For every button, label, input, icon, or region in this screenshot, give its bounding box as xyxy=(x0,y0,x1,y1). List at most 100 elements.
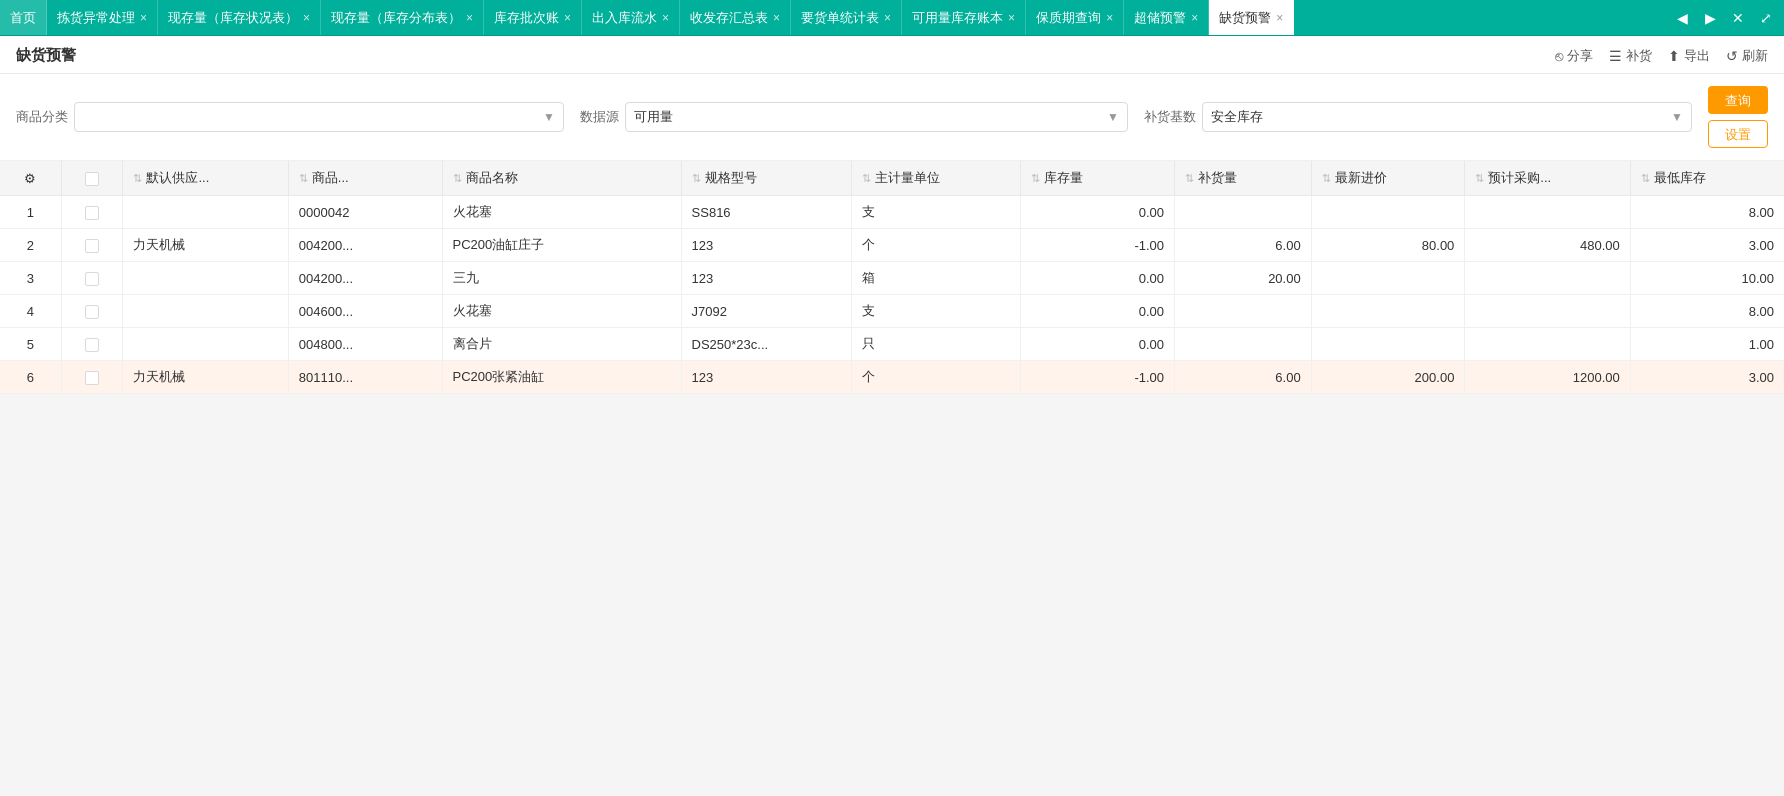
nav-tab-close[interactable]: × xyxy=(140,11,147,25)
th-unit[interactable]: ⇅ 主计量单位 xyxy=(852,161,1021,196)
nav-tab-close[interactable]: × xyxy=(1106,11,1113,25)
nav-tab-close[interactable]: × xyxy=(773,11,780,25)
nav-prev-btn[interactable]: ◀ xyxy=(1668,4,1696,32)
row-checkbox[interactable] xyxy=(85,305,99,319)
nav-tab-close[interactable]: × xyxy=(662,11,669,25)
cell-seq: 2 xyxy=(0,229,61,262)
gear-icon: ⚙ xyxy=(24,171,36,186)
table-row: 4 004600... 火花塞 J7092 支 0.00 8.00 xyxy=(0,295,1784,328)
category-label: 商品分类 xyxy=(16,108,68,126)
cell-est-purchase xyxy=(1465,295,1630,328)
cell-min-stock: 3.00 xyxy=(1630,229,1784,262)
th-est-purchase[interactable]: ⇅ 预计采购... xyxy=(1465,161,1630,196)
cell-name: PC200油缸庄子 xyxy=(442,229,681,262)
nav-tab-exception[interactable]: 拣货异常处理 × xyxy=(47,0,158,36)
replenish-base-select[interactable]: 安全库存 ▼ xyxy=(1202,102,1692,132)
sort-icon: ⇅ xyxy=(1031,172,1040,185)
refresh-button[interactable]: ↺ 刷新 xyxy=(1726,47,1768,65)
nav-tab-close[interactable]: × xyxy=(1276,11,1283,25)
th-supplier[interactable]: ⇅ 默认供应... xyxy=(123,161,288,196)
nav-tab-stock-status[interactable]: 现存量（库存状况表） × xyxy=(158,0,321,36)
cell-checkbox[interactable] xyxy=(61,196,122,229)
data-table: ⚙ ⇅ 默认供应... ⇅ 商品... xyxy=(0,161,1784,394)
sort-icon: ⇅ xyxy=(453,172,462,185)
export-icon: ⬆ xyxy=(1668,48,1680,64)
th-name[interactable]: ⇅ 商品名称 xyxy=(442,161,681,196)
cell-checkbox[interactable] xyxy=(61,295,122,328)
th-min-stock[interactable]: ⇅ 最低库存 xyxy=(1630,161,1784,196)
share-button[interactable]: ⎋ 分享 xyxy=(1555,47,1593,65)
row-checkbox[interactable] xyxy=(85,272,99,286)
cell-unit: 只 xyxy=(852,328,1021,361)
cell-stock: 0.00 xyxy=(1021,196,1175,229)
datasource-value: 可用量 xyxy=(634,108,673,126)
nav-tab-close[interactable]: × xyxy=(1008,11,1015,25)
cell-checkbox[interactable] xyxy=(61,229,122,262)
nav-expand-btn[interactable]: ⤢ xyxy=(1752,4,1780,32)
table-checkbox-col[interactable] xyxy=(61,161,122,196)
nav-tab-overstock[interactable]: 超储预警 × xyxy=(1124,0,1209,36)
cell-sku: 004800... xyxy=(288,328,442,361)
nav-tab-inout[interactable]: 出入库流水 × xyxy=(582,0,680,36)
cell-unit: 个 xyxy=(852,361,1021,394)
datasource-select[interactable]: 可用量 ▼ xyxy=(625,102,1128,132)
cell-stock: 0.00 xyxy=(1021,328,1175,361)
nav-tab-close[interactable]: × xyxy=(884,11,891,25)
nav-tab-shortage[interactable]: 缺货预警 × xyxy=(1209,0,1294,36)
nav-tab-close[interactable]: × xyxy=(303,11,310,25)
row-checkbox[interactable] xyxy=(85,206,99,220)
cell-min-stock: 8.00 xyxy=(1630,196,1784,229)
category-select[interactable]: ▼ xyxy=(74,102,564,132)
cell-sku: 801110... xyxy=(288,361,442,394)
nav-tab-close[interactable]: × xyxy=(564,11,571,25)
header-actions: ⎋ 分享 ☰ 补货 ⬆ 导出 ↺ 刷新 xyxy=(1555,47,1768,65)
cell-unit: 箱 xyxy=(852,262,1021,295)
row-checkbox[interactable] xyxy=(85,371,99,385)
top-nav: 首页 拣货异常处理 × 现存量（库存状况表） × 现存量（库存分布表） × 库存… xyxy=(0,0,1784,36)
sort-icon: ⇅ xyxy=(1641,172,1650,185)
th-replenish[interactable]: ⇅ 补货量 xyxy=(1175,161,1312,196)
replenish-button[interactable]: ☰ 补货 xyxy=(1609,47,1652,65)
cell-spec: SS816 xyxy=(681,196,852,229)
nav-tab-available-ledger[interactable]: 可用量库存账本 × xyxy=(902,0,1026,36)
th-spec[interactable]: ⇅ 规格型号 xyxy=(681,161,852,196)
nav-tab-stock-dist[interactable]: 现存量（库存分布表） × xyxy=(321,0,484,36)
table-row: 6 力天机械 801110... PC200张紧油缸 123 个 -1.00 6… xyxy=(0,361,1784,394)
cell-latest-price: 80.00 xyxy=(1311,229,1465,262)
nav-next-btn[interactable]: ▶ xyxy=(1696,4,1724,32)
chevron-down-icon: ▼ xyxy=(543,110,555,124)
cell-replenish: 6.00 xyxy=(1175,361,1312,394)
cell-checkbox[interactable] xyxy=(61,328,122,361)
cell-checkbox[interactable] xyxy=(61,262,122,295)
cell-checkbox[interactable] xyxy=(61,361,122,394)
filter-bar: 商品分类 ▼ 数据源 可用量 ▼ 补货基数 安全库存 ▼ 查询 设置 xyxy=(0,74,1784,161)
table-settings-col[interactable]: ⚙ xyxy=(0,161,61,196)
nav-tab-expiry[interactable]: 保质期查询 × xyxy=(1026,0,1124,36)
page-header: 缺货预警 ⎋ 分享 ☰ 补货 ⬆ 导出 ↺ 刷新 xyxy=(0,36,1784,74)
table-body: 1 0000042 火花塞 SS816 支 0.00 8.00 2 力天机械 0… xyxy=(0,196,1784,394)
nav-tab-home[interactable]: 首页 xyxy=(0,0,47,36)
nav-tab-receipt[interactable]: 收发存汇总表 × xyxy=(680,0,791,36)
query-button[interactable]: 查询 xyxy=(1708,86,1768,114)
chevron-down-icon: ▼ xyxy=(1671,110,1683,124)
row-checkbox[interactable] xyxy=(85,338,99,352)
cell-supplier xyxy=(123,196,288,229)
cell-stock: 0.00 xyxy=(1021,295,1175,328)
nav-tab-close[interactable]: × xyxy=(466,11,473,25)
nav-tab-batch[interactable]: 库存批次账 × xyxy=(484,0,582,36)
th-sku[interactable]: ⇅ 商品... xyxy=(288,161,442,196)
page-title: 缺货预警 xyxy=(16,46,1555,65)
th-latest-price[interactable]: ⇅ 最新进价 xyxy=(1311,161,1465,196)
nav-tab-close[interactable]: × xyxy=(1191,11,1198,25)
nav-tab-order-stats[interactable]: 要货单统计表 × xyxy=(791,0,902,36)
select-all-checkbox[interactable] xyxy=(85,172,99,186)
row-checkbox[interactable] xyxy=(85,239,99,253)
cell-replenish xyxy=(1175,328,1312,361)
export-button[interactable]: ⬆ 导出 xyxy=(1668,47,1710,65)
th-stock[interactable]: ⇅ 库存量 xyxy=(1021,161,1175,196)
nav-close-all-btn[interactable]: ✕ xyxy=(1724,4,1752,32)
replenish-base-label: 补货基数 xyxy=(1144,108,1196,126)
sort-icon: ⇅ xyxy=(1185,172,1194,185)
settings-button[interactable]: 设置 xyxy=(1708,120,1768,148)
table-row: 5 004800... 离合片 DS250*23c... 只 0.00 1.00 xyxy=(0,328,1784,361)
